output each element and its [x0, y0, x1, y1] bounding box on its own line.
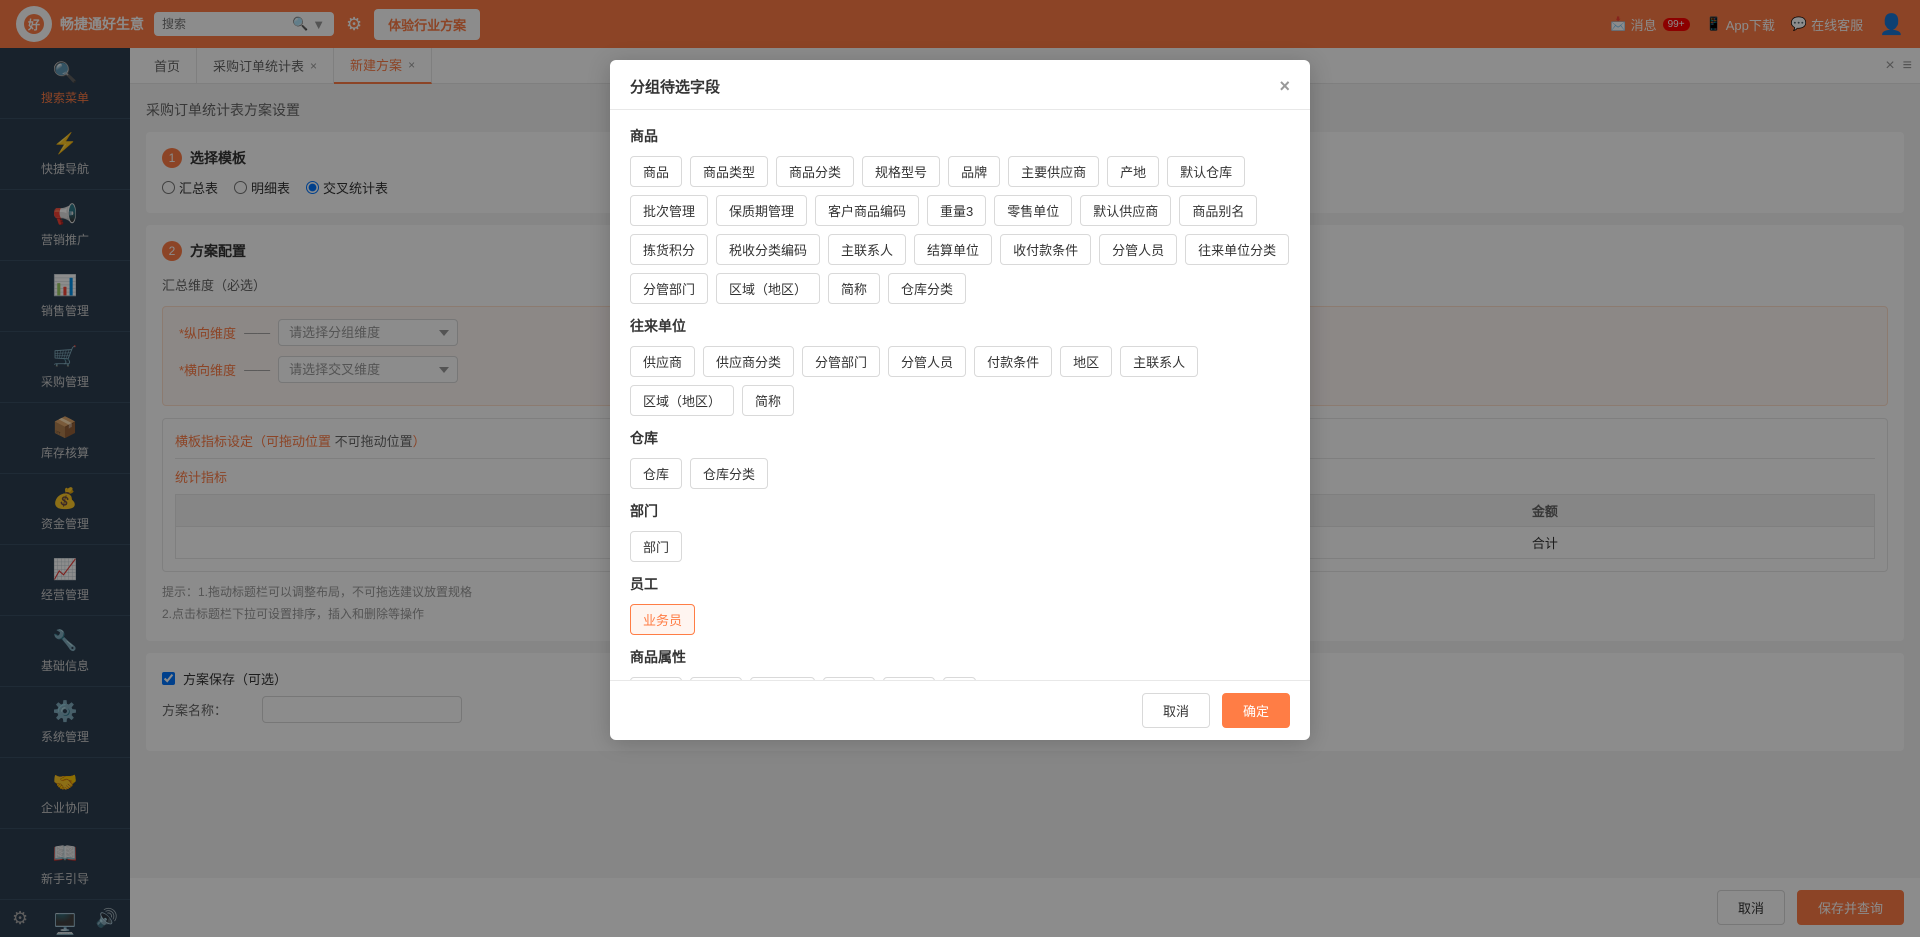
field-mgmt-person-partner[interactable]: 分管人员: [888, 346, 966, 377]
field-customer-code[interactable]: 客户商品编码: [815, 195, 919, 226]
section-title-product-attr: 商品属性: [630, 647, 1290, 667]
section-title-employee: 员工: [630, 574, 1290, 594]
field-warehouse[interactable]: 仓库: [630, 458, 682, 489]
field-main-contact[interactable]: 主联系人: [828, 234, 906, 265]
field-manager[interactable]: 分管人员: [1099, 234, 1177, 265]
field-default-warehouse[interactable]: 默认仓库: [1167, 156, 1245, 187]
modal-title: 分组待选字段: [630, 76, 720, 97]
field-default-supplier[interactable]: 默认供应商: [1080, 195, 1171, 226]
field-spec-model[interactable]: 规格型号: [862, 156, 940, 187]
field-region-partner[interactable]: 地区: [1060, 346, 1112, 377]
field-expiry-mgmt[interactable]: 保质期管理: [716, 195, 807, 226]
field-tax-code[interactable]: 税收分类编码: [716, 234, 820, 265]
field-main-contact-partner[interactable]: 主联系人: [1120, 346, 1198, 377]
field-product-alias[interactable]: 商品别名: [1179, 195, 1257, 226]
field-product-category[interactable]: 商品分类: [776, 156, 854, 187]
field-dept[interactable]: 部门: [630, 531, 682, 562]
field-product-type[interactable]: 商品类型: [690, 156, 768, 187]
field-origin[interactable]: 产地: [1107, 156, 1159, 187]
field-region-product[interactable]: 区域（地区）: [716, 273, 820, 304]
section-title-partner: 往来单位: [630, 316, 1290, 336]
field-pick-points[interactable]: 拣货积分: [630, 234, 708, 265]
field-supplier-category[interactable]: 供应商分类: [703, 346, 794, 377]
field-region2-partner[interactable]: 区域（地区）: [630, 385, 734, 416]
section-title-dept: 部门: [630, 501, 1290, 521]
fields-grid-product: 商品 商品类型 商品分类 规格型号 品牌 主要供应商 产地 默认仓库 批次管理 …: [630, 156, 1290, 304]
section-title-product: 商品: [630, 126, 1290, 146]
modal-confirm-button[interactable]: 确定: [1222, 693, 1290, 728]
field-supplier[interactable]: 供应商: [630, 346, 695, 377]
field-brand[interactable]: 品牌: [948, 156, 1000, 187]
modal-body: 商品 商品 商品类型 商品分类 规格型号 品牌 主要供应商 产地 默认仓库 批次…: [610, 110, 1310, 680]
field-batch-mgmt[interactable]: 批次管理: [630, 195, 708, 226]
modal-cancel-button[interactable]: 取消: [1142, 693, 1210, 728]
modal-footer: 取消 确定: [610, 680, 1310, 740]
field-warehouse-category-product[interactable]: 仓库分类: [888, 273, 966, 304]
fields-grid-dept: 部门: [630, 531, 1290, 562]
field-settlement-unit[interactable]: 结算单位: [914, 234, 992, 265]
field-payment-cond[interactable]: 付款条件: [974, 346, 1052, 377]
field-selection-modal: 分组待选字段 × 商品 商品 商品类型 商品分类 规格型号 品牌 主要供应商 产…: [610, 60, 1310, 740]
field-dept-partner[interactable]: 分管部门: [802, 346, 880, 377]
fields-grid-partner: 供应商 供应商分类 分管部门 分管人员 付款条件 地区 主联系人 区域（地区） …: [630, 346, 1290, 416]
field-weight3[interactable]: 重量3: [927, 195, 986, 226]
field-dept-mgmt[interactable]: 分管部门: [630, 273, 708, 304]
field-partner-category[interactable]: 往来单位分类: [1185, 234, 1289, 265]
modal-overlay: 分组待选字段 × 商品 商品 商品类型 商品分类 规格型号 品牌 主要供应商 产…: [0, 0, 1920, 937]
field-short-name-product[interactable]: 简称: [828, 273, 880, 304]
field-retail-unit[interactable]: 零售单位: [994, 195, 1072, 226]
modal-header: 分组待选字段 ×: [610, 60, 1310, 110]
fields-grid-warehouse: 仓库 仓库分类: [630, 458, 1290, 489]
field-main-supplier[interactable]: 主要供应商: [1008, 156, 1099, 187]
field-warehouse-category[interactable]: 仓库分类: [690, 458, 768, 489]
field-salesperson[interactable]: 业务员: [630, 604, 695, 635]
modal-close-icon[interactable]: ×: [1279, 76, 1290, 97]
field-payment-terms[interactable]: 收付款条件: [1000, 234, 1091, 265]
section-title-warehouse: 仓库: [630, 428, 1290, 448]
field-product[interactable]: 商品: [630, 156, 682, 187]
fields-grid-employee: 业务员: [630, 604, 1290, 635]
field-short-name-partner[interactable]: 简称: [742, 385, 794, 416]
